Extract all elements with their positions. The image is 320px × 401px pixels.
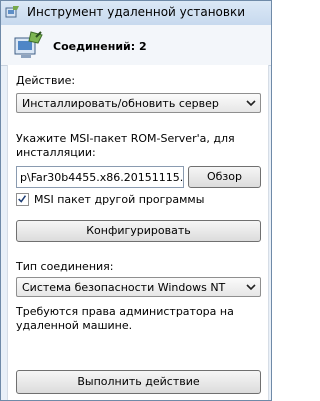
checkmark-icon (18, 195, 27, 203)
msi-path-input[interactable]: p\Far30b4455.x86.20151115.msi (16, 166, 184, 188)
chevron-down-icon (246, 284, 256, 291)
installer-icon (5, 6, 19, 18)
connections-count: Соединений: 2 (53, 40, 147, 53)
connection-type-label: Тип соединения: (16, 260, 114, 273)
other-program-checkbox[interactable] (16, 193, 29, 206)
settings-panel: Действие: Инсталлировать/обновить сервер… (7, 65, 269, 400)
chevron-down-icon (246, 100, 256, 107)
installer-icon (14, 31, 43, 58)
configure-button[interactable]: Конфигурировать (16, 220, 261, 242)
installer-window: Инструмент удаленной установки Соединени… (0, 0, 272, 401)
connection-type-value: Система безопасности Windows NT (22, 281, 226, 294)
msi-label: Укажите MSI-пакет ROM-Server'a, для инст… (16, 132, 235, 159)
connection-type-select[interactable]: Система безопасности Windows NT (16, 277, 261, 297)
window-title: Инструмент удаленной установки (27, 5, 246, 19)
connections-header: Соединений: 2 (1, 25, 271, 66)
browse-button[interactable]: Обзор (188, 166, 261, 188)
action-select[interactable]: Инсталлировать/обновить сервер (16, 93, 261, 113)
action-select-value: Инсталлировать/обновить сервер (22, 97, 219, 110)
other-program-label: MSI пакет другой программы (34, 193, 205, 206)
action-label: Действие: (16, 74, 76, 87)
title-bar: Инструмент удаленной установки (1, 1, 271, 26)
execute-action-button[interactable]: Выполнить действие (16, 370, 261, 394)
msi-path-value: p\Far30b4455.x86.20151115.msi (20, 171, 184, 184)
admin-rights-note: Требуются права администратора на удален… (16, 305, 234, 332)
